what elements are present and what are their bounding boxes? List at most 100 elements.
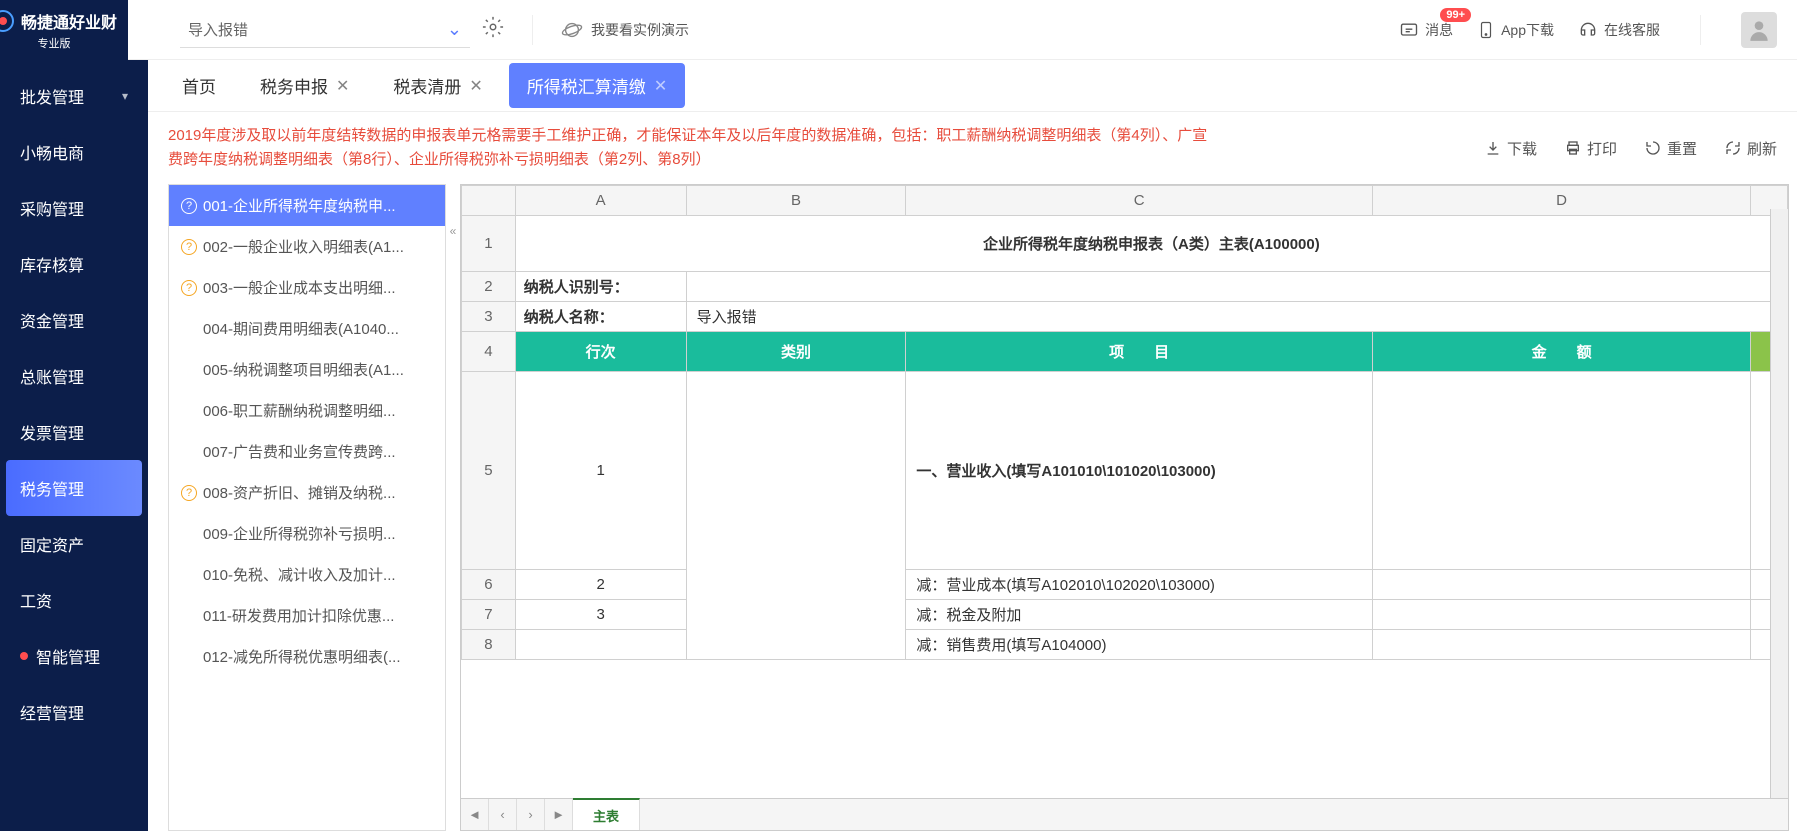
cell[interactable]: 1	[515, 372, 686, 570]
sidebar-item-label: 资金管理	[20, 308, 84, 332]
sheet-nav-next[interactable]: ›	[517, 799, 545, 830]
tree-item[interactable]: 005-纳税调整项目明细表(A1...	[169, 349, 445, 390]
tree-item[interactable]: 009-企业所得税弥补亏损明...	[169, 513, 445, 554]
tab[interactable]: 所得税汇算清缴✕	[509, 63, 685, 108]
tree-item[interactable]: 007-广告费和业务宣传费跨...	[169, 431, 445, 472]
collapse-handle[interactable]: «	[446, 184, 460, 831]
sidebar-item[interactable]: 经营管理	[0, 684, 148, 740]
download-button[interactable]: 下载	[1485, 138, 1537, 159]
tree-item[interactable]: 010-免税、减计收入及加计...	[169, 554, 445, 595]
sidebar-item-label: 小畅电商	[20, 140, 84, 164]
tree-item[interactable]: 004-期间费用明细表(A1040...	[169, 308, 445, 349]
sheet-nav-last[interactable]: ►	[545, 799, 573, 830]
tree-item[interactable]: 011-研发费用加计扣除优惠...	[169, 595, 445, 636]
cell[interactable]: 减：税金及附加	[906, 600, 1372, 630]
tab[interactable]: 税表清册✕	[375, 63, 500, 108]
cell[interactable]: 2	[515, 570, 686, 600]
row-header[interactable]: 5	[462, 372, 516, 570]
tree-item[interactable]: 012-减免所得税优惠明细表(...	[169, 636, 445, 677]
tree-item[interactable]: ?003-一般企业成本支出明细...	[169, 267, 445, 308]
sidebar-item-label: 智能管理	[36, 644, 100, 668]
sheet-nav-first[interactable]: ◄	[461, 799, 489, 830]
tree-item[interactable]: ?001-企业所得税年度纳税申...	[169, 185, 445, 226]
col-header[interactable]: D	[1372, 186, 1751, 216]
tab[interactable]: 税务申报 ✕	[242, 63, 367, 108]
refresh-button[interactable]: 刷新	[1725, 138, 1777, 159]
chevron-down-icon[interactable]: ⌄	[447, 19, 462, 40]
cell[interactable]: 减：销售费用(填写A104000)	[906, 630, 1372, 660]
cell[interactable]	[686, 372, 906, 660]
sidebar-item-label: 工资	[20, 588, 52, 612]
cell[interactable]	[1372, 570, 1751, 600]
row-header[interactable]: 6	[462, 570, 516, 600]
sidebar-item[interactable]: 小畅电商	[0, 124, 148, 180]
close-icon[interactable]: ✕	[469, 76, 482, 96]
tree-item[interactable]: ?008-资产折旧、摊销及纳税...	[169, 472, 445, 513]
app-download-button[interactable]: App下载	[1477, 20, 1554, 40]
row-header[interactable]: 1	[462, 216, 516, 272]
row-header[interactable]: 2	[462, 272, 516, 302]
sidebar-item[interactable]: 智能管理	[0, 628, 148, 684]
avatar[interactable]	[1741, 12, 1777, 48]
demo-link-label: 我要看实例演示	[591, 20, 689, 40]
gear-icon[interactable]	[482, 16, 504, 44]
sheet-nav-prev[interactable]: ‹	[489, 799, 517, 830]
messages-button[interactable]: 消息 99+	[1399, 20, 1453, 40]
cell[interactable]	[515, 630, 686, 660]
sidebar-item[interactable]: 发票管理	[0, 404, 148, 460]
cell[interactable]	[1372, 630, 1751, 660]
tree-item-label: 011-研发费用加计扣除优惠...	[203, 605, 394, 626]
sheet-title[interactable]: 企业所得税年度纳税申报表（A类）主表(A100000)	[515, 216, 1787, 272]
sidebar-item[interactable]: 采购管理	[0, 180, 148, 236]
col-header[interactable]: C	[906, 186, 1372, 216]
cell[interactable]: 减：营业成本(填写A102010\102020\103000)	[906, 570, 1372, 600]
tab[interactable]: 首页	[164, 63, 234, 108]
sidebar-item-label: 发票管理	[20, 420, 84, 444]
tree-item-label: 008-资产折旧、摊销及纳税...	[203, 482, 396, 503]
sidebar-item[interactable]: 批发管理▾	[0, 68, 148, 124]
sidebar-item-label: 总账管理	[20, 364, 84, 388]
sheet-tab[interactable]: 主表	[573, 798, 640, 830]
cell[interactable]	[1372, 372, 1751, 570]
cell[interactable]: 纳税人识别号：	[515, 272, 686, 302]
col-header[interactable]: B	[686, 186, 906, 216]
row-header[interactable]: 8	[462, 630, 516, 660]
tree-item-label: 009-企业所得税弥补亏损明...	[203, 523, 396, 544]
sidebar-item[interactable]: 资金管理	[0, 292, 148, 348]
tree-item[interactable]: ?002-一般企业收入明细表(A1...	[169, 226, 445, 267]
sidebar-item[interactable]: 工资	[0, 572, 148, 628]
row-header[interactable]: 4	[462, 332, 516, 372]
sidebar-item[interactable]: 总账管理	[0, 348, 148, 404]
sidebar-item[interactable]: 税务管理	[6, 460, 142, 516]
cell[interactable]: 纳税人名称：	[515, 302, 686, 332]
cell[interactable]: 一、营业收入(填写A101010\101020\103000)	[906, 372, 1372, 570]
cell[interactable]: 3	[515, 600, 686, 630]
reset-button[interactable]: 重置	[1645, 138, 1697, 159]
vertical-scrollbar[interactable]	[1770, 209, 1788, 798]
search-box[interactable]: ⌄	[180, 12, 470, 48]
sidebar-item[interactable]: 固定资产	[0, 516, 148, 572]
cell[interactable]	[686, 272, 1787, 302]
header-cell[interactable]: 类别	[686, 332, 906, 372]
row-header[interactable]: 3	[462, 302, 516, 332]
header-cell[interactable]: 金 额	[1372, 332, 1751, 372]
tree-item-label: 005-纳税调整项目明细表(A1...	[203, 359, 404, 380]
cell[interactable]: 导入报错	[686, 302, 1787, 332]
search-input[interactable]	[188, 21, 447, 38]
sidebar-item-label: 税务管理	[20, 476, 84, 500]
tree-item[interactable]: 006-职工薪酬纳税调整明细...	[169, 390, 445, 431]
app-logo: 畅捷通好业财 专业版	[0, 0, 128, 60]
sidebar-item[interactable]: 库存核算	[0, 236, 148, 292]
print-button[interactable]: 打印	[1565, 138, 1617, 159]
row-header[interactable]: 7	[462, 600, 516, 630]
tab-label: 税务申报	[260, 73, 328, 98]
header-cell[interactable]: 项 目	[906, 332, 1372, 372]
demo-link[interactable]: 我要看实例演示	[561, 19, 689, 41]
sheet-corner[interactable]	[462, 186, 516, 216]
header-cell[interactable]: 行次	[515, 332, 686, 372]
support-button[interactable]: 在线客服	[1578, 20, 1660, 40]
cell[interactable]	[1372, 600, 1751, 630]
close-icon[interactable]: ✕	[336, 76, 349, 96]
close-icon[interactable]: ✕	[654, 76, 667, 96]
col-header[interactable]: A	[515, 186, 686, 216]
